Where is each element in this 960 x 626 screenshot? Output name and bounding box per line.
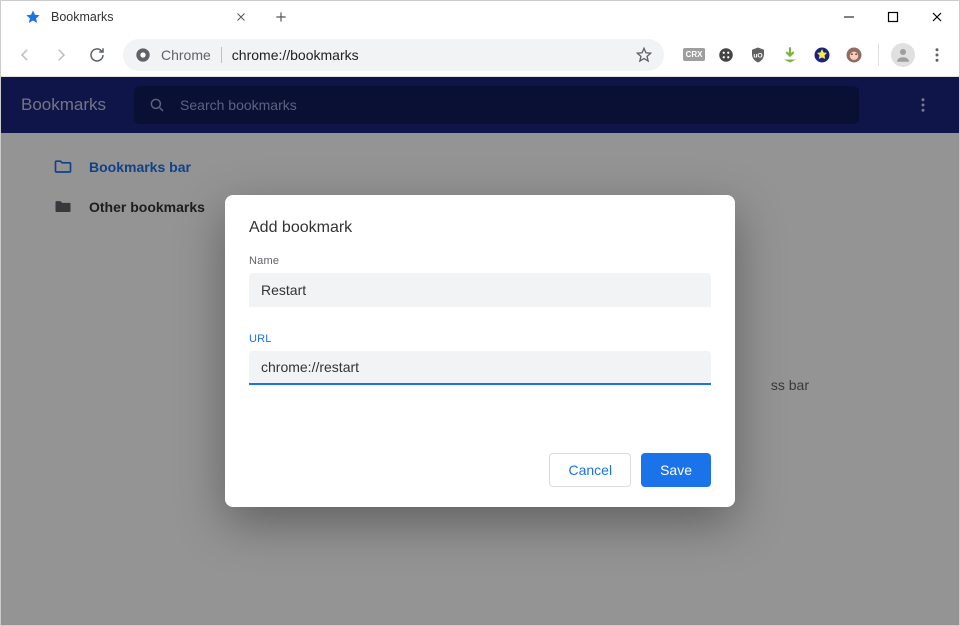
extension-badge-icon[interactable] <box>812 45 832 65</box>
address-origin-label: Chrome <box>161 47 211 63</box>
titlebar: Bookmarks <box>1 1 959 33</box>
bookmark-star-icon[interactable] <box>636 47 652 63</box>
maximize-button[interactable] <box>871 1 915 33</box>
dialog-actions: Cancel Save <box>249 453 711 487</box>
save-button[interactable]: Save <box>641 453 711 487</box>
browser-tab[interactable]: Bookmarks <box>9 1 260 33</box>
tab-title: Bookmarks <box>51 10 114 24</box>
cancel-label: Cancel <box>568 462 612 478</box>
extension-download-icon[interactable] <box>780 45 800 65</box>
chrome-icon <box>135 47 151 63</box>
name-field-label: Name <box>249 255 711 267</box>
save-label: Save <box>660 462 692 478</box>
address-url-text: chrome://bookmarks <box>232 47 626 63</box>
cancel-button[interactable]: Cancel <box>549 453 631 487</box>
divider <box>221 47 222 63</box>
address-bar[interactable]: Chrome chrome://bookmarks <box>123 39 664 71</box>
svg-text:uO: uO <box>753 52 762 59</box>
extension-strip: CRX uO <box>674 45 870 65</box>
new-tab-button[interactable] <box>268 4 294 30</box>
close-window-button[interactable] <box>915 1 959 33</box>
name-input[interactable] <box>249 273 711 307</box>
reload-button[interactable] <box>81 39 113 71</box>
profile-button[interactable] <box>891 43 915 67</box>
star-icon <box>25 9 41 25</box>
close-icon[interactable] <box>234 10 248 24</box>
add-bookmark-dialog: Add bookmark Name URL Cancel Save <box>225 195 735 507</box>
divider <box>878 44 879 66</box>
browser-toolbar: Chrome chrome://bookmarks CRX uO <box>1 33 959 77</box>
minimize-button[interactable] <box>827 1 871 33</box>
extension-crx-icon[interactable]: CRX <box>684 45 704 65</box>
page-content: Bookmarks Bookmarks bar <box>1 77 959 625</box>
url-field-label: URL <box>249 333 711 345</box>
forward-button[interactable] <box>45 39 77 71</box>
dialog-title: Add bookmark <box>249 219 711 237</box>
back-button[interactable] <box>9 39 41 71</box>
browser-window: Bookmarks Chrome <box>0 0 960 626</box>
extension-monkey-icon[interactable] <box>844 45 864 65</box>
url-input[interactable] <box>249 351 711 385</box>
extension-dice-icon[interactable] <box>716 45 736 65</box>
kebab-menu-button[interactable] <box>923 41 951 69</box>
window-controls <box>827 1 959 33</box>
extension-shield-icon[interactable]: uO <box>748 45 768 65</box>
